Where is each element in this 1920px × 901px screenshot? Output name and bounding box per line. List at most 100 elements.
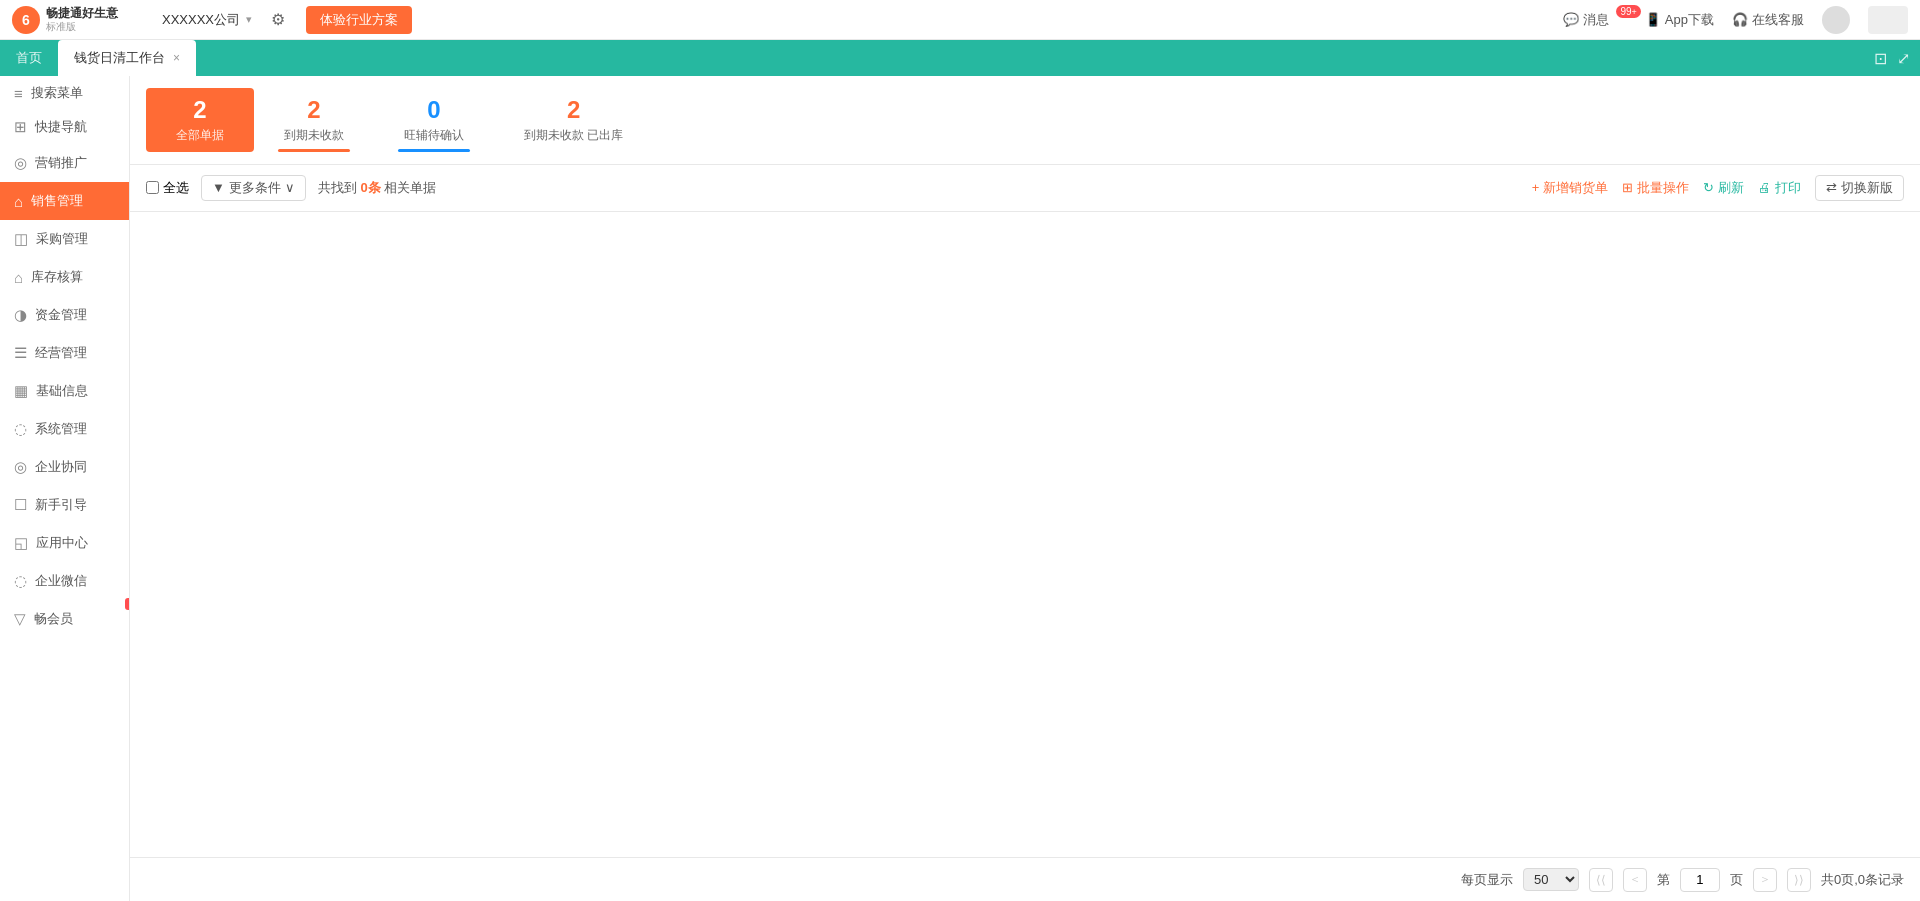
sales-icon: ⌂ bbox=[14, 193, 23, 210]
print-label: 打印 bbox=[1775, 179, 1801, 197]
headset-icon: 🎧 bbox=[1732, 12, 1748, 27]
next-page-button[interactable]: ＞ bbox=[1753, 868, 1777, 892]
prev-page-button[interactable]: ＜ bbox=[1623, 868, 1647, 892]
filter-icon: ▼ bbox=[212, 180, 225, 195]
last-page-button[interactable]: ⟩⟩ bbox=[1787, 868, 1811, 892]
page-number-input[interactable] bbox=[1680, 868, 1720, 892]
found-count: 0条 bbox=[361, 180, 381, 195]
guide-icon: ☐ bbox=[14, 496, 27, 514]
sidebar-item-inventory[interactable]: ⌂ 库存核算 bbox=[0, 258, 129, 296]
filter-label: 更多条件 bbox=[229, 179, 281, 197]
sidebar-label-base-info: 基础信息 bbox=[36, 382, 88, 400]
card-overdue[interactable]: 2 到期未收款 bbox=[254, 88, 374, 152]
checkbox-input[interactable] bbox=[146, 181, 159, 194]
switch-version-button[interactable]: ⇄ 切换新版 bbox=[1815, 175, 1904, 201]
header-right: 💬 消息 99+ 📱 App下载 🎧 在线客服 bbox=[1563, 6, 1908, 34]
batch-label: 批量操作 bbox=[1637, 179, 1689, 197]
sidebar-item-base-info[interactable]: ▦ 基础信息 bbox=[0, 372, 129, 410]
sidebar-label-system: 系统管理 bbox=[35, 420, 87, 438]
tab-home[interactable]: 首页 bbox=[0, 40, 58, 76]
purchase-icon: ◫ bbox=[14, 230, 28, 248]
online-service-label: 在线客服 bbox=[1752, 11, 1804, 29]
select-all-label: 全选 bbox=[163, 179, 189, 197]
card-overdue-label: 到期未收款 bbox=[284, 127, 344, 144]
sidebar-item-cooperation[interactable]: ◎ 企业协同 bbox=[0, 448, 129, 486]
sidebar-item-app-center[interactable]: ◱ 应用中心 bbox=[0, 524, 129, 562]
sidebar-label-inventory: 库存核算 bbox=[31, 268, 83, 286]
summary-cards: 2 全部单据 2 到期未收款 0 旺辅待确认 2 到期未收款 已出库 bbox=[130, 76, 1920, 165]
sidebar-item-guide[interactable]: ☐ 新手引导 bbox=[0, 486, 129, 524]
operation-icon: ☰ bbox=[14, 344, 27, 362]
logo-title: 畅捷通好生意 bbox=[46, 6, 118, 20]
tab-workbench[interactable]: 钱货日清工作台 × bbox=[58, 40, 196, 76]
sidebar-label-search-menu: 搜索菜单 bbox=[31, 84, 83, 102]
trial-button[interactable]: 体验行业方案 bbox=[306, 6, 412, 34]
card-shipped-label: 到期未收款 已出库 bbox=[524, 127, 623, 144]
filter-chevron-icon: ∨ bbox=[285, 180, 295, 195]
new-order-button[interactable]: + 新增销货单 bbox=[1532, 179, 1608, 197]
finance-icon: ◑ bbox=[14, 306, 27, 324]
expand-icon[interactable]: ⤢ bbox=[1897, 49, 1910, 68]
switch-icon: ⇄ bbox=[1826, 180, 1837, 195]
sidebar-item-sales[interactable]: ⌂ 销售管理 bbox=[0, 182, 129, 220]
message-button[interactable]: 💬 消息 99+ bbox=[1563, 11, 1627, 29]
home-tab-label: 首页 bbox=[16, 49, 42, 67]
sidebar-label-member: 畅会员 bbox=[34, 610, 73, 628]
user-avatar[interactable] bbox=[1822, 6, 1850, 34]
user-name-area[interactable] bbox=[1868, 6, 1908, 34]
sidebar-item-system[interactable]: ◌ 系统管理 bbox=[0, 410, 129, 448]
app-download-button[interactable]: 📱 App下载 bbox=[1645, 11, 1714, 29]
minimize-icon[interactable]: ⊡ bbox=[1874, 49, 1887, 68]
inventory-icon: ⌂ bbox=[14, 269, 23, 286]
logo-icon: 6 bbox=[12, 6, 40, 34]
content-area: 2 全部单据 2 到期未收款 0 旺辅待确认 2 到期未收款 已出库 全选 bbox=[130, 76, 1920, 901]
sidebar-item-wechat[interactable]: ◌ 企业微信 bbox=[0, 562, 129, 600]
select-all-checkbox[interactable]: 全选 bbox=[146, 179, 189, 197]
refresh-button[interactable]: ↻ 刷新 bbox=[1703, 179, 1744, 197]
quick-nav-icon: ⊞ bbox=[14, 118, 27, 136]
sidebar-item-member[interactable]: ▽ 畅会员 OfTEn bbox=[0, 600, 129, 638]
sidebar-label-guide: 新手引导 bbox=[35, 496, 87, 514]
refresh-icon: ↻ bbox=[1703, 180, 1714, 195]
card-wangfu-number: 0 bbox=[427, 96, 440, 125]
print-icon: 🖨 bbox=[1758, 180, 1771, 195]
first-page-button[interactable]: ⟨⟨ bbox=[1589, 868, 1613, 892]
print-button[interactable]: 🖨 打印 bbox=[1758, 179, 1801, 197]
marketing-icon: ◎ bbox=[14, 154, 27, 172]
company-dropdown-arrow: ▾ bbox=[246, 13, 252, 26]
batch-operation-button[interactable]: ⊞ 批量操作 bbox=[1622, 179, 1689, 197]
sidebar-label-app-center: 应用中心 bbox=[36, 534, 88, 552]
close-tab-icon[interactable]: × bbox=[173, 52, 180, 64]
sidebar-label-marketing: 营销推广 bbox=[35, 154, 87, 172]
sidebar-item-finance[interactable]: ◑ 资金管理 bbox=[0, 296, 129, 334]
system-icon: ◌ bbox=[14, 420, 27, 438]
sidebar-label-purchase: 采购管理 bbox=[36, 230, 88, 248]
card-wangfu[interactable]: 0 旺辅待确认 bbox=[374, 88, 494, 152]
card-all[interactable]: 2 全部单据 bbox=[146, 88, 254, 152]
card-all-number: 2 bbox=[193, 96, 206, 125]
sidebar-item-operation[interactable]: ☰ 经营管理 bbox=[0, 334, 129, 372]
page-size-select[interactable]: 50 100 200 bbox=[1523, 868, 1579, 891]
sidebar-item-purchase[interactable]: ◫ 采购管理 bbox=[0, 220, 129, 258]
message-icon: 💬 bbox=[1563, 12, 1579, 27]
company-selector[interactable]: XXXXXX公司 ▾ bbox=[162, 11, 252, 29]
table-area bbox=[130, 212, 1920, 857]
logo-area: 6 畅捷通好生意 标准版 bbox=[12, 6, 142, 34]
found-text: 共找到 0条 相关单据 bbox=[318, 179, 436, 197]
card-shipped[interactable]: 2 到期未收款 已出库 bbox=[494, 88, 653, 152]
sidebar-label-finance: 资金管理 bbox=[35, 306, 87, 324]
logo-text: 畅捷通好生意 标准版 bbox=[46, 6, 118, 32]
toolbar-right: + 新增销货单 ⊞ 批量操作 ↻ 刷新 🖨 打印 ⇄ 切换新版 bbox=[1532, 175, 1904, 201]
sidebar: ≡ 搜索菜单 ⊞ 快捷导航 ◎ 营销推广 ⌂ 销售管理 ◫ 采购管理 ⌂ 库存核… bbox=[0, 76, 130, 901]
sidebar-item-quick-nav[interactable]: ⊞ 快捷导航 bbox=[0, 110, 129, 144]
online-service-button[interactable]: 🎧 在线客服 bbox=[1732, 11, 1804, 29]
sidebar-item-search-menu[interactable]: ≡ 搜索菜单 bbox=[0, 76, 129, 110]
filter-button[interactable]: ▼ 更多条件 ∨ bbox=[201, 175, 306, 201]
logo-subtitle: 标准版 bbox=[46, 21, 118, 33]
toolbar: 全选 ▼ 更多条件 ∨ 共找到 0条 相关单据 + 新增销货单 ⊞ 批量操作 ↻ bbox=[130, 165, 1920, 212]
settings-button[interactable]: ⚙ bbox=[264, 6, 292, 34]
sidebar-item-marketing[interactable]: ◎ 营销推广 bbox=[0, 144, 129, 182]
message-label: 消息 bbox=[1583, 11, 1609, 29]
nav-tabs: 首页 钱货日清工作台 × ⊡ ⤢ bbox=[0, 40, 1920, 76]
switch-label: 切换新版 bbox=[1841, 179, 1893, 197]
